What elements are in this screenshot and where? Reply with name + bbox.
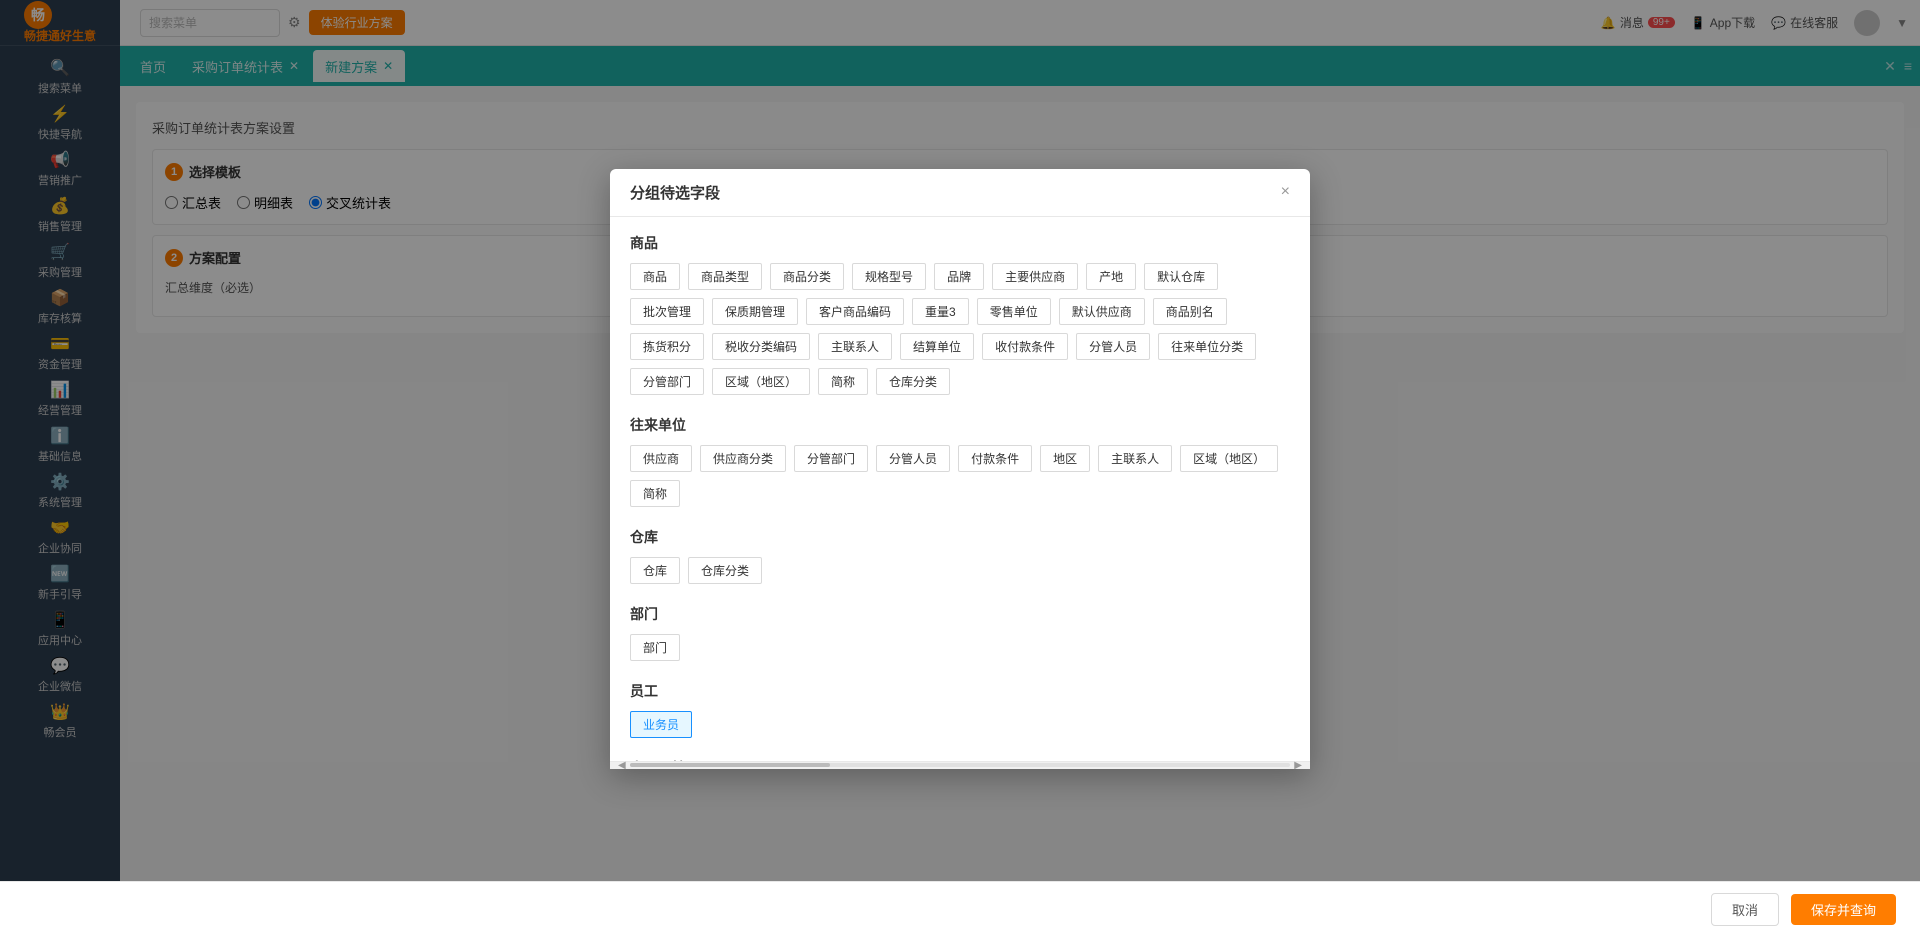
field-tag-product-category[interactable]: 商品分类: [770, 263, 844, 290]
section-department: 部门 部门: [630, 604, 1290, 661]
field-tag-payment-cond[interactable]: 付款条件: [958, 445, 1032, 472]
field-tag-default-warehouse[interactable]: 默认仓库: [1144, 263, 1218, 290]
field-tag-default-supplier[interactable]: 默认供应商: [1059, 298, 1145, 325]
modal-scroll-footer: ◀ ▶: [610, 761, 1310, 769]
field-tag-product[interactable]: 商品: [630, 263, 680, 290]
field-tag-supervisor[interactable]: 分管人员: [1076, 333, 1150, 360]
section-employee-tags: 业务员: [630, 711, 1290, 738]
field-tag-counterpart-category[interactable]: 往来单位分类: [1158, 333, 1256, 360]
field-tag-main-contact2[interactable]: 主联系人: [1098, 445, 1172, 472]
section-product: 商品 商品 商品类型 商品分类 规格型号 品牌 主要供应商 产地 默认仓库 批次…: [630, 233, 1290, 395]
field-tag-main-contact[interactable]: 主联系人: [818, 333, 892, 360]
field-tag-department[interactable]: 部门: [630, 634, 680, 661]
field-tag-region[interactable]: 区域（地区）: [712, 368, 810, 395]
section-counterpart: 往来单位 供应商 供应商分类 分管部门 分管人员 付款条件 地区 主联系人 区域…: [630, 415, 1290, 507]
section-warehouse: 仓库 仓库 仓库分类: [630, 527, 1290, 584]
field-tag-brand[interactable]: 品牌: [934, 263, 984, 290]
field-tag-product-type[interactable]: 商品类型: [688, 263, 762, 290]
section-employee-title: 员工: [630, 681, 1290, 701]
section-department-title: 部门: [630, 604, 1290, 624]
field-tag-salesperson[interactable]: 业务员: [630, 711, 692, 738]
field-tag-quality-mgmt[interactable]: 保质期管理: [712, 298, 798, 325]
field-tag-dept[interactable]: 分管部门: [630, 368, 704, 395]
field-tag-payment-terms[interactable]: 收付款条件: [982, 333, 1068, 360]
field-tag-warehouse-cat[interactable]: 仓库分类: [876, 368, 950, 395]
modal-overlay: 分组待选字段 × 商品 商品 商品类型 商品分类 规格型号 品牌 主要供应商 产…: [0, 0, 1920, 937]
section-employee: 员工 业务员: [630, 681, 1290, 738]
scroll-left-arrow[interactable]: ◀: [614, 760, 630, 771]
horizontal-scrollbar-thumb: [630, 763, 830, 767]
section-department-tags: 部门: [630, 634, 1290, 661]
field-tag-retail-unit[interactable]: 零售单位: [977, 298, 1051, 325]
field-tag-tax-code[interactable]: 税收分类编码: [712, 333, 810, 360]
field-tag-supplier-cat[interactable]: 供应商分类: [700, 445, 786, 472]
modal-title: 分组待选字段: [630, 182, 720, 203]
field-tag-product-alias[interactable]: 商品别名: [1153, 298, 1227, 325]
bottom-action-bar: 取消 保存并查询: [0, 881, 1920, 937]
field-tag-customer-code[interactable]: 客户商品编码: [806, 298, 904, 325]
horizontal-scrollbar[interactable]: [630, 763, 1291, 767]
field-tag-warehouse[interactable]: 仓库: [630, 557, 680, 584]
field-tag-region2[interactable]: 区域（地区）: [1180, 445, 1278, 472]
field-tag-pick-points[interactable]: 拣货积分: [630, 333, 704, 360]
field-tag-supplier[interactable]: 供应商: [630, 445, 692, 472]
modal-body: 商品 商品 商品类型 商品分类 规格型号 品牌 主要供应商 产地 默认仓库 批次…: [610, 217, 1310, 761]
field-tag-spec-model[interactable]: 规格型号: [852, 263, 926, 290]
cancel-button[interactable]: 取消: [1711, 893, 1779, 926]
field-tag-settlement-unit[interactable]: 结算单位: [900, 333, 974, 360]
save-query-button[interactable]: 保存并查询: [1791, 894, 1896, 925]
section-counterpart-title: 往来单位: [630, 415, 1290, 435]
section-product-title: 商品: [630, 233, 1290, 253]
field-tag-dept2[interactable]: 分管部门: [794, 445, 868, 472]
section-product-tags: 商品 商品类型 商品分类 规格型号 品牌 主要供应商 产地 默认仓库 批次管理 …: [630, 263, 1290, 395]
section-warehouse-tags: 仓库 仓库分类: [630, 557, 1290, 584]
field-tag-district[interactable]: 地区: [1040, 445, 1090, 472]
field-tag-weight[interactable]: 重量3: [912, 298, 969, 325]
modal-close-button[interactable]: ×: [1281, 183, 1290, 201]
field-tag-batch-mgmt[interactable]: 批次管理: [630, 298, 704, 325]
modal-header: 分组待选字段 ×: [610, 169, 1310, 217]
field-tag-origin[interactable]: 产地: [1086, 263, 1136, 290]
scroll-right-arrow[interactable]: ▶: [1290, 760, 1306, 771]
field-tag-short-name2[interactable]: 简称: [630, 480, 680, 507]
section-warehouse-title: 仓库: [630, 527, 1290, 547]
section-counterpart-tags: 供应商 供应商分类 分管部门 分管人员 付款条件 地区 主联系人 区域（地区） …: [630, 445, 1290, 507]
modal-dialog: 分组待选字段 × 商品 商品 商品类型 商品分类 规格型号 品牌 主要供应商 产…: [610, 169, 1310, 769]
field-tag-main-supplier[interactable]: 主要供应商: [992, 263, 1078, 290]
field-tag-warehouse-cat2[interactable]: 仓库分类: [688, 557, 762, 584]
field-tag-supervisor2[interactable]: 分管人员: [876, 445, 950, 472]
field-tag-short-name[interactable]: 简称: [818, 368, 868, 395]
